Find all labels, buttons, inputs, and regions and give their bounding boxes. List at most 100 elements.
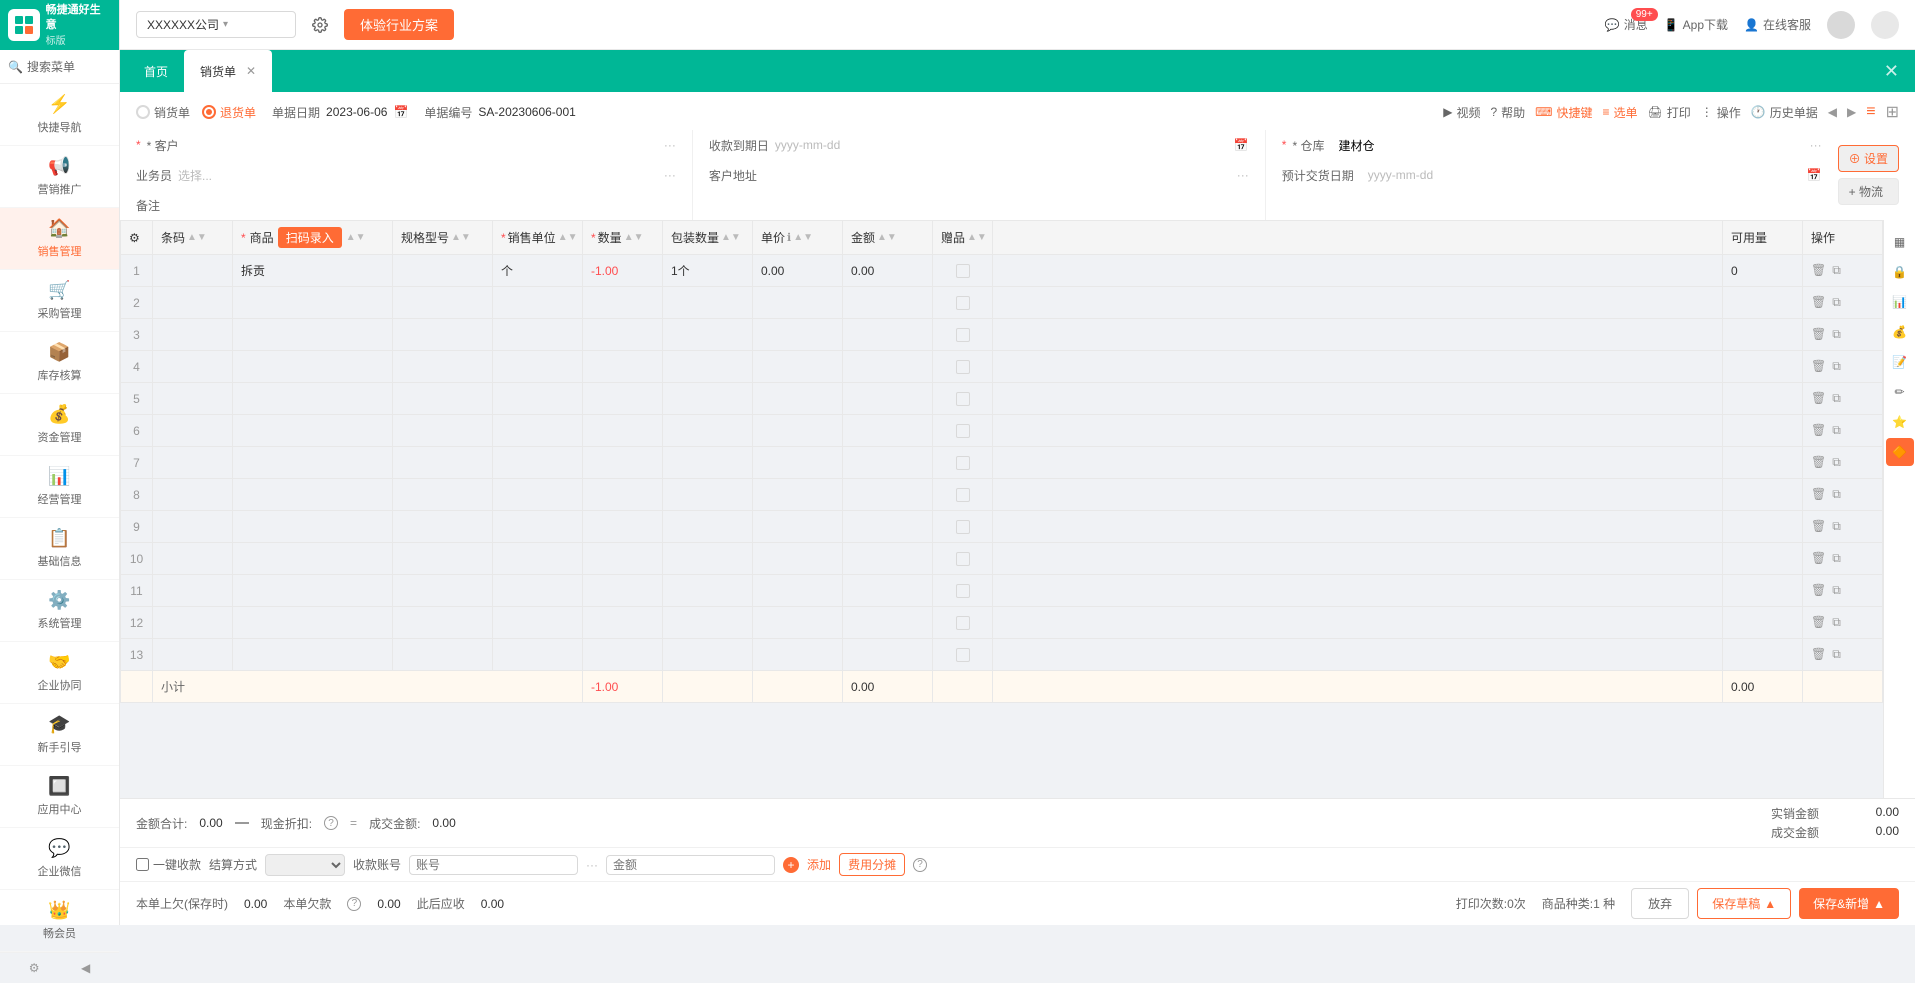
payment-due-input[interactable]: yyyy-mm-dd bbox=[775, 138, 1228, 152]
sidebar-item-wechat[interactable]: 💬 企业微信 bbox=[0, 828, 119, 890]
tab-bar-close-button[interactable]: ✕ bbox=[1876, 61, 1907, 82]
right-panel-icon-3[interactable]: 📊 bbox=[1886, 288, 1914, 316]
user-avatar2[interactable] bbox=[1871, 11, 1899, 39]
row-pkg-qty-1[interactable]: 1个 bbox=[663, 255, 753, 287]
operation-btn[interactable]: ⋮ 操作 bbox=[1701, 104, 1741, 121]
copy-icon-3[interactable]: ⧉ bbox=[1832, 327, 1841, 342]
tab-close-icon[interactable]: ✕ bbox=[246, 64, 256, 78]
right-panel-icon-5[interactable]: 📝 bbox=[1886, 348, 1914, 376]
customer-more-icon[interactable]: ··· bbox=[664, 138, 676, 152]
nav-prev-icon[interactable]: ◀ bbox=[1828, 105, 1837, 119]
gift-checkbox-4[interactable] bbox=[956, 360, 970, 374]
right-panel-icon-6[interactable]: ✏ bbox=[1886, 378, 1914, 406]
gift-checkbox-1[interactable] bbox=[956, 264, 970, 278]
sidebar-item-basic[interactable]: 📋 基础信息 bbox=[0, 518, 119, 580]
delete-icon-11[interactable]: 🗑 bbox=[1811, 583, 1826, 598]
right-panel-icon-2[interactable]: 🔒 bbox=[1886, 258, 1914, 286]
sidebar-item-appstore[interactable]: 🔲 应用中心 bbox=[0, 766, 119, 828]
row-unit-price-1[interactable]: 0.00 bbox=[753, 255, 843, 287]
app-download-button[interactable]: 📱 App下载 bbox=[1664, 16, 1728, 33]
qty-sort-icon[interactable]: ▲▼ bbox=[624, 233, 644, 243]
delete-icon-2[interactable]: 🗑 bbox=[1811, 295, 1826, 310]
copy-icon-5[interactable]: ⧉ bbox=[1832, 391, 1841, 406]
bank-account-more[interactable]: ··· bbox=[586, 858, 598, 872]
copy-icon-1[interactable]: ⧉ bbox=[1832, 263, 1841, 278]
gift-checkbox-6[interactable] bbox=[956, 424, 970, 438]
delete-icon-3[interactable]: 🗑 bbox=[1811, 327, 1826, 342]
delete-icon-5[interactable]: 🗑 bbox=[1811, 391, 1826, 406]
amount-input[interactable] bbox=[606, 855, 775, 875]
radio-sale[interactable]: 销货单 bbox=[136, 104, 190, 121]
tab-sales-order[interactable]: 销货单 ✕ bbox=[184, 50, 272, 92]
warehouse-more-icon[interactable]: ··· bbox=[1810, 138, 1822, 152]
grid-view-icon[interactable]: ⊞ bbox=[1886, 102, 1899, 122]
user-avatar[interactable] bbox=[1827, 11, 1855, 39]
unit-price-info-icon[interactable]: ℹ bbox=[787, 231, 791, 244]
sidebar-item-member[interactable]: 👑 畅会员 bbox=[0, 890, 119, 952]
tab-home[interactable]: 首页 bbox=[128, 50, 184, 92]
gift-sort-icon[interactable]: ▲▼ bbox=[967, 233, 987, 243]
gift-checkbox-5[interactable] bbox=[956, 392, 970, 406]
shortcut-btn[interactable]: ⌨ 快捷键 bbox=[1535, 104, 1592, 121]
list-view-icon[interactable]: ≡ bbox=[1866, 103, 1875, 121]
gift-checkbox-9[interactable] bbox=[956, 520, 970, 534]
salesperson-input[interactable]: 选择... bbox=[178, 167, 658, 184]
delete-icon-7[interactable]: 🗑 bbox=[1811, 455, 1826, 470]
sidebar-item-system[interactable]: ⚙️ 系统管理 bbox=[0, 580, 119, 642]
video-btn[interactable]: ▶ 视频 bbox=[1443, 104, 1480, 121]
sidebar-item-business[interactable]: 📊 经营管理 bbox=[0, 456, 119, 518]
gift-checkbox-7[interactable] bbox=[956, 456, 970, 470]
sidebar-item-marketing[interactable]: 📢 营销推广 bbox=[0, 146, 119, 208]
row-barcode-1[interactable] bbox=[153, 255, 233, 287]
right-panel-icon-4[interactable]: 💰 bbox=[1886, 318, 1914, 346]
bank-account-input[interactable] bbox=[409, 855, 578, 875]
gift-checkbox-11[interactable] bbox=[956, 584, 970, 598]
right-panel-icon-1[interactable]: ▦ bbox=[1886, 228, 1914, 256]
product-sort-icon[interactable]: ▲▼ bbox=[346, 233, 366, 243]
copy-icon-12[interactable]: ⧉ bbox=[1832, 615, 1841, 630]
fee-help-icon[interactable]: ? bbox=[913, 858, 927, 872]
trial-button[interactable]: 体验行业方案 bbox=[344, 9, 454, 40]
gift-checkbox-12[interactable] bbox=[956, 616, 970, 630]
unit-price-sort-icon[interactable]: ▲▼ bbox=[793, 233, 813, 243]
delete-icon-9[interactable]: 🗑 bbox=[1811, 519, 1826, 534]
topbar-settings-button[interactable] bbox=[304, 9, 336, 41]
gift-checkbox-10[interactable] bbox=[956, 552, 970, 566]
delete-icon-8[interactable]: 🗑 bbox=[1811, 487, 1826, 502]
one-click-checkbox[interactable] bbox=[136, 858, 149, 871]
gift-checkbox-2[interactable] bbox=[956, 296, 970, 310]
save-draft-button[interactable]: 保存草稿 ▲ bbox=[1697, 888, 1791, 919]
delete-icon-6[interactable]: 🗑 bbox=[1811, 423, 1826, 438]
spec-sort-icon[interactable]: ▲▼ bbox=[451, 233, 471, 243]
row-spec-1[interactable] bbox=[393, 255, 493, 287]
sidebar-item-inventory[interactable]: 📦 库存核算 bbox=[0, 332, 119, 394]
sidebar-item-guide[interactable]: 🎓 新手引导 bbox=[0, 704, 119, 766]
add-payment-button[interactable]: + bbox=[783, 857, 799, 873]
gift-checkbox-3[interactable] bbox=[956, 328, 970, 342]
sidebar-settings-icon[interactable]: ⚙ bbox=[29, 961, 40, 975]
expected-date-calendar-icon[interactable]: 📅 bbox=[1807, 168, 1822, 182]
fee-split-button[interactable]: 费用分摊 bbox=[839, 853, 905, 876]
sidebar-item-quick-nav[interactable]: ⚡ 快捷导航 bbox=[0, 84, 119, 146]
barcode-sort-icon[interactable]: ▲▼ bbox=[187, 233, 207, 243]
sidebar-item-sales[interactable]: 🏠 销售管理 bbox=[0, 208, 119, 270]
online-service-button[interactable]: 👤 在线客服 bbox=[1744, 16, 1811, 33]
sidebar-collapse-icon[interactable]: ◀ bbox=[81, 961, 90, 975]
copy-icon-8[interactable]: ⧉ bbox=[1832, 487, 1841, 502]
message-button[interactable]: 💬 消息 99+ bbox=[1605, 16, 1648, 33]
copy-icon-6[interactable]: ⧉ bbox=[1832, 423, 1841, 438]
right-panel-icon-7[interactable]: ⭐ bbox=[1886, 408, 1914, 436]
copy-icon-10[interactable]: ⧉ bbox=[1832, 551, 1841, 566]
amount-sort-icon[interactable]: ▲▼ bbox=[877, 233, 897, 243]
abandon-button[interactable]: 放弃 bbox=[1631, 888, 1689, 919]
nav-next-icon[interactable]: ▶ bbox=[1847, 105, 1856, 119]
company-selector[interactable]: XXXXXX公司 ▾ bbox=[136, 11, 296, 38]
delete-icon-10[interactable]: 🗑 bbox=[1811, 551, 1826, 566]
discount-help-icon[interactable]: ? bbox=[324, 816, 338, 830]
radio-return[interactable]: 退货单 bbox=[202, 104, 256, 121]
gift-checkbox-13[interactable] bbox=[956, 648, 970, 662]
copy-icon-4[interactable]: ⧉ bbox=[1832, 359, 1841, 374]
logistics-button[interactable]: + 物流 bbox=[1838, 178, 1899, 205]
row-gift-1[interactable] bbox=[933, 255, 993, 287]
sidebar-item-finance[interactable]: 💰 资金管理 bbox=[0, 394, 119, 456]
